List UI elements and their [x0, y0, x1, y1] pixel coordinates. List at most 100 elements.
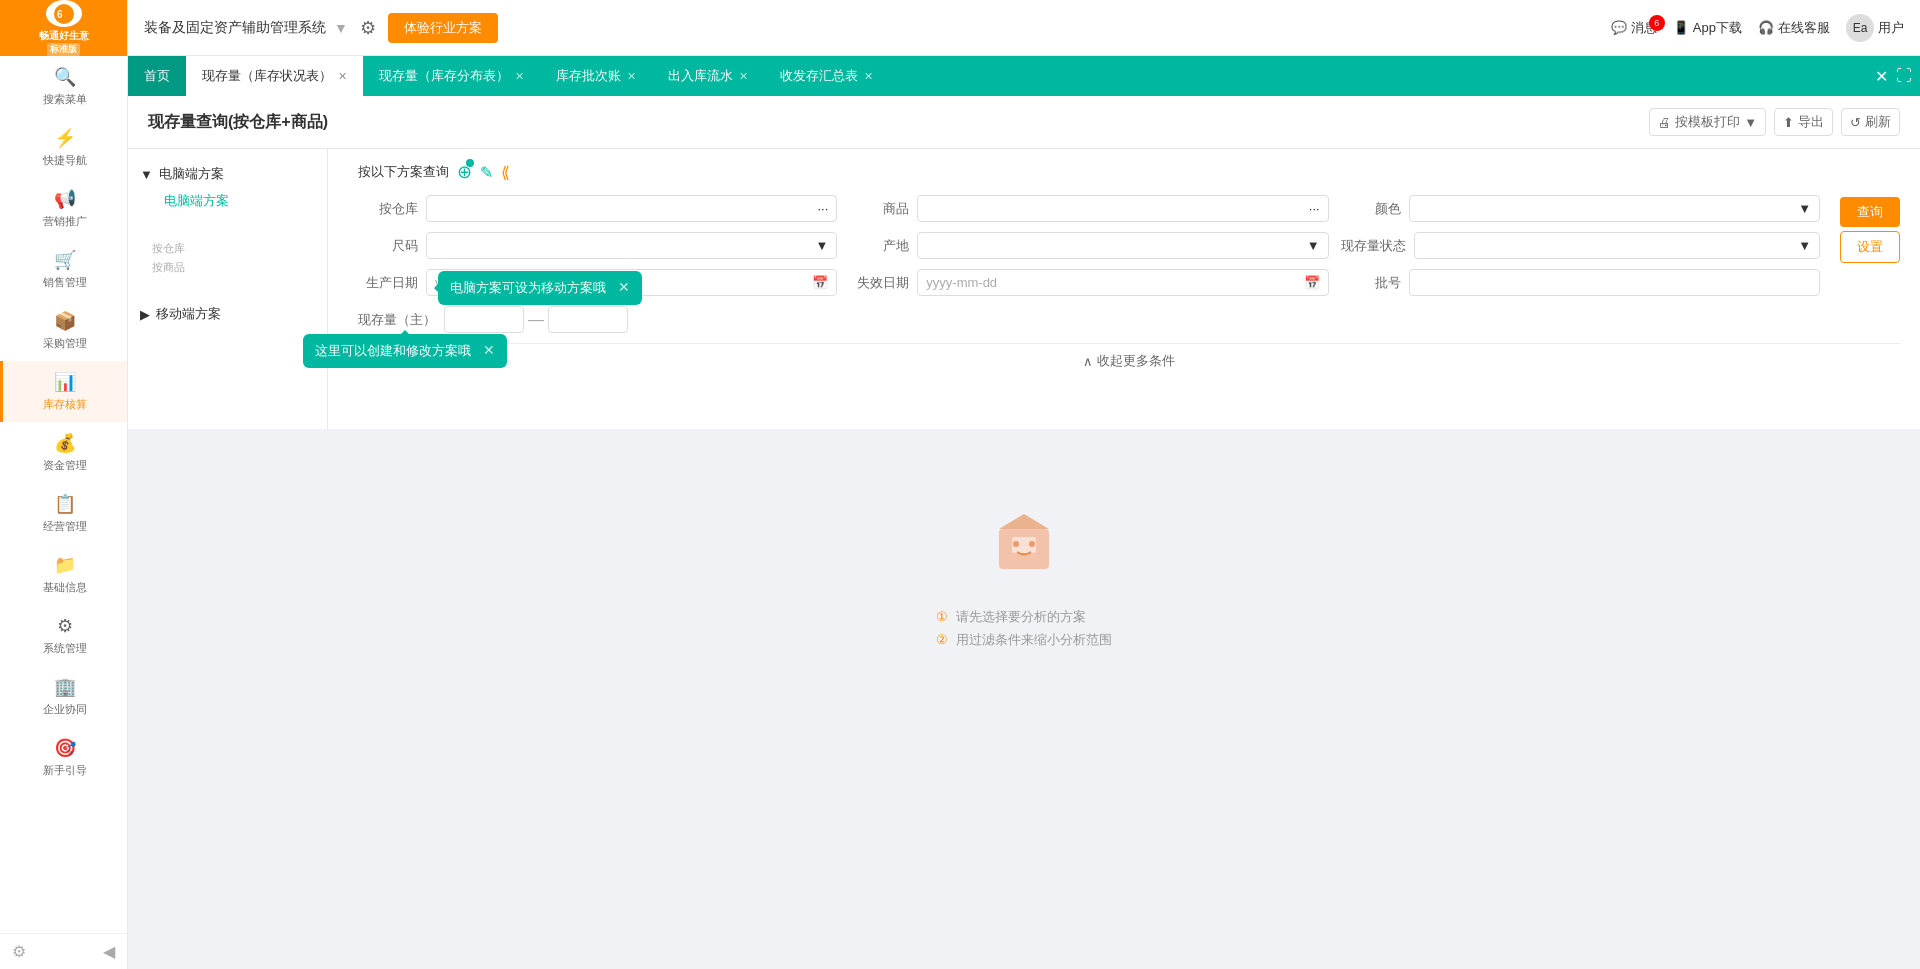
origin-label: 产地 [849, 237, 909, 255]
gear-icon[interactable]: ⚙ [360, 17, 376, 39]
origin-select[interactable]: ▼ [917, 232, 1328, 259]
sidebar-item-marketing[interactable]: 📢 营销推广 [0, 178, 127, 239]
edit-scheme-icon[interactable]: ✎ [480, 163, 493, 182]
collapse-text: 收起更多条件 [1097, 352, 1175, 370]
tab-home[interactable]: 首页 [128, 56, 186, 96]
stock-status-label: 现存量状态 [1341, 237, 1406, 255]
trial-button[interactable]: 体验行业方案 [388, 13, 498, 43]
tab-inventory-dist[interactable]: 现存量（库存分布表） ✕ [363, 56, 540, 96]
collapse-bar[interactable]: ∧ 收起更多条件 [358, 343, 1900, 378]
tooltip-create-close[interactable]: ✕ [483, 342, 495, 358]
sidebar-item-label: 快捷导航 [43, 153, 87, 168]
svg-point-5 [1013, 541, 1019, 547]
arrow-right-icon: ▶ [140, 307, 150, 322]
close-icon[interactable]: ✕ [864, 70, 873, 83]
close-icon[interactable]: ✕ [338, 70, 347, 83]
warehouse-label: 按仓库 [358, 200, 418, 218]
sidebar-item-label: 基础信息 [43, 580, 87, 595]
service-icon: 🎧 [1758, 20, 1774, 35]
reset-button[interactable]: 设置 [1840, 231, 1900, 263]
sidebar-item-quick[interactable]: ⚡ 快捷导航 [0, 117, 127, 178]
filter-field-stock-qty: 现存量（主） — [358, 306, 837, 333]
filter-field-expire-date: 失效日期 yyyy-mm-dd 📅 [849, 269, 1328, 296]
filter-field-batch: 批号 [1341, 269, 1820, 296]
sidebar-bottom: ⚙ ◀ [0, 933, 127, 969]
sidebar-item-enterprise[interactable]: 🏢 企业协同 [0, 666, 127, 727]
batch-input[interactable] [1409, 269, 1820, 296]
quick-icon: ⚡ [54, 127, 76, 149]
sidebar-item-system[interactable]: ⚙ 系统管理 [0, 605, 127, 666]
tab-home-label: 首页 [144, 67, 170, 85]
settings-icon[interactable]: ⚙ [12, 942, 26, 961]
chevron-down-icon[interactable]: ▼ [334, 20, 348, 36]
operations-icon: 📋 [54, 493, 76, 515]
produce-date-label: 生产日期 [358, 274, 418, 292]
collapse-sidebar-icon[interactable]: ◀ [103, 942, 115, 961]
header-right: 💬 6 消息 📱 App下载 🎧 在线客服 Ea 用户 [1611, 14, 1904, 42]
message-icon: 💬 [1611, 20, 1627, 35]
phone-icon: 📱 [1673, 20, 1689, 35]
close-icon[interactable]: ✕ [515, 70, 524, 83]
app-download-item[interactable]: 📱 App下载 [1673, 19, 1742, 37]
back-scheme-icon[interactable]: ⟪ [501, 163, 510, 182]
sidebar-item-label: 销售管理 [43, 275, 87, 290]
enterprise-icon: 🏢 [54, 676, 76, 698]
scheme-item-pc[interactable]: 电脑端方案 [140, 187, 315, 215]
logo-icon: 6 [46, 0, 82, 27]
sidebar-item-search[interactable]: 🔍 搜索菜单 [0, 56, 127, 117]
color-select[interactable]: ▼ [1409, 195, 1820, 222]
empty-state: ① 请先选择要分析的方案 ② 用过滤条件来缩小分析范围 [128, 429, 1920, 712]
arrow-down-icon: ▼ [140, 167, 153, 182]
sidebar-item-label: 系统管理 [43, 641, 87, 656]
main-area: 装备及固定资产辅助管理系统 ▼ ⚙ 体验行业方案 💬 6 消息 📱 App下载 … [128, 0, 1920, 969]
tab-inout[interactable]: 出入库流水 ✕ [652, 56, 764, 96]
filter-area: 按以下方案查询 ⊕ ✎ ⟪ ▼ 电脑端方案 电脑端方案 [128, 149, 1920, 429]
online-service-item[interactable]: 🎧 在线客服 [1758, 19, 1830, 37]
tab-inventory-status[interactable]: 现存量（库存状况表） ✕ [186, 56, 363, 96]
size-select[interactable]: ▼ [426, 232, 837, 259]
scheme-active-dot [466, 159, 474, 167]
refresh-button[interactable]: ↺ 刷新 [1841, 108, 1900, 136]
expire-date-input[interactable]: yyyy-mm-dd 📅 [917, 269, 1328, 296]
sidebar-item-operations[interactable]: 📋 经营管理 [0, 483, 127, 544]
tooltip-scheme-close[interactable]: ✕ [618, 279, 630, 295]
filter-field-color: 颜色 ▼ [1341, 195, 1820, 222]
sidebar-item-basic[interactable]: 📁 基础信息 [0, 544, 127, 605]
tab-receive[interactable]: 收发存汇总表 ✕ [764, 56, 889, 96]
export-button[interactable]: ⬆ 导出 [1774, 108, 1833, 136]
user-area[interactable]: Ea 用户 [1846, 14, 1904, 42]
close-all-icon[interactable]: ✕ [1875, 67, 1888, 86]
finance-icon: 💰 [54, 432, 76, 454]
print-button[interactable]: 🖨 按模板打印 ▼ [1649, 108, 1766, 136]
sidebar-nav: 🔍 搜索菜单 ⚡ 快捷导航 📢 营销推广 🛒 销售管理 📦 采购管理 📊 库存核… [0, 56, 127, 933]
header-left: 装备及固定资产辅助管理系统 ▼ ⚙ 体验行业方案 [144, 13, 498, 43]
content-area: 现存量查询(按仓库+商品) 🖨 按模板打印 ▼ ⬆ 导出 ↺ 刷新 [128, 96, 1920, 969]
sidebar-item-label: 经营管理 [43, 519, 87, 534]
batch-label: 批号 [1341, 274, 1401, 292]
calendar-icon: 📅 [812, 275, 828, 290]
stock-qty-range: — [444, 306, 628, 333]
tab-batch[interactable]: 库存批次账 ✕ [540, 56, 652, 96]
sidebar-item-purchase[interactable]: 📦 采购管理 [0, 300, 127, 361]
scheme-section-mobile-header[interactable]: ▶ 移动端方案 [140, 301, 315, 327]
close-icon[interactable]: ✕ [627, 70, 636, 83]
message-icon-item[interactable]: 💬 6 消息 [1611, 19, 1657, 37]
warehouse-select[interactable]: ··· [426, 195, 837, 222]
fullscreen-icon[interactable]: ⛶ [1896, 67, 1912, 85]
sidebar-item-inventory[interactable]: 📊 库存核算 [0, 361, 127, 422]
sidebar-item-guide[interactable]: 🎯 新手引导 [0, 727, 127, 788]
scheme-section-pc-header[interactable]: ▼ 电脑端方案 [140, 161, 315, 187]
stock-status-select[interactable]: ▼ [1414, 232, 1820, 259]
stock-qty-max-input[interactable] [548, 306, 628, 333]
stock-qty-min-input[interactable] [444, 306, 524, 333]
sales-icon: 🛒 [54, 249, 76, 271]
stock-qty-label: 现存量（主） [358, 311, 436, 329]
close-icon[interactable]: ✕ [739, 70, 748, 83]
search-button[interactable]: 查询 [1840, 197, 1900, 227]
tooltip-create: 这里可以创建和修改方案哦 ✕ [303, 334, 507, 368]
goods-select[interactable]: ··· [917, 195, 1328, 222]
page-header: 现存量查询(按仓库+商品) 🖨 按模板打印 ▼ ⬆ 导出 ↺ 刷新 [128, 96, 1920, 149]
sidebar-item-finance[interactable]: 💰 资金管理 [0, 422, 127, 483]
sidebar-item-sales[interactable]: 🛒 销售管理 [0, 239, 127, 300]
guide-icon: 🎯 [54, 737, 76, 759]
